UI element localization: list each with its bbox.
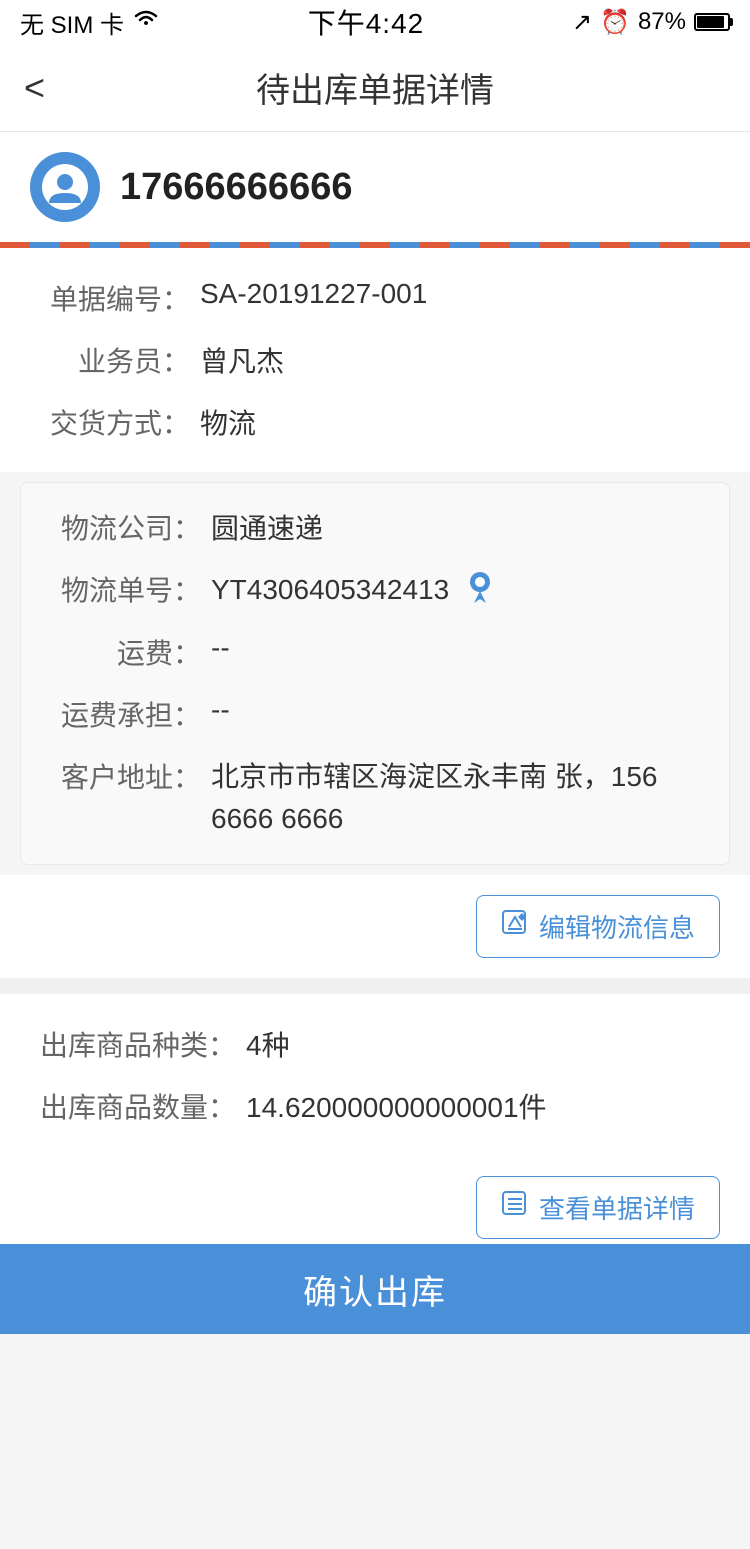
document-number-label: 单据编号： [40, 278, 200, 318]
sales-person-value: 曾凡杰 [200, 340, 710, 380]
document-number-value: SA-20191227-001 [200, 278, 710, 310]
tracking-label: 物流单号： [51, 569, 211, 609]
document-number-row: 单据编号： SA-20191227-001 [40, 278, 710, 318]
tracking-number: YT43064053424​13 [211, 574, 449, 606]
product-types-value: 4种 [246, 1024, 710, 1064]
sales-person-label: 业务员： [40, 340, 200, 380]
freight-bearer-value: -- [211, 694, 699, 726]
logistics-section: 物流公司： 圆通速递 物流单号： YT43064053424​13 运费： -- [20, 482, 730, 865]
product-quantity-label: 出库商品数量： [40, 1086, 246, 1126]
freight-value: -- [211, 632, 699, 664]
delivery-method-row: 交货方式： 物流 [40, 402, 710, 442]
logistics-company-label: 物流公司： [51, 507, 211, 547]
status-time: 下午4:42 [308, 2, 425, 42]
freight-row: 运费： -- [51, 632, 699, 672]
delivery-method-value: 物流 [200, 402, 710, 442]
view-details-button[interactable]: 查看单据详情 [476, 1176, 720, 1239]
delivery-method-label: 交货方式： [40, 402, 200, 442]
carrier-label: 无 SIM 卡 [20, 5, 124, 40]
product-types-label: 出库商品种类： [40, 1024, 246, 1064]
section-divider [0, 978, 750, 994]
confirm-button-label: 确认出库 [303, 1265, 447, 1314]
address-value: 北京市市辖区海淀区永丰南 张，156 6666 6666 [211, 756, 699, 840]
avatar-icon [42, 164, 88, 210]
freight-label: 运费： [51, 632, 211, 672]
view-icon [501, 1190, 529, 1225]
status-right: ↗ ⏰ 87% [572, 8, 730, 37]
edit-btn-row: 编辑物流信息 [0, 875, 750, 978]
view-details-label: 查看单据详情 [539, 1189, 695, 1226]
edit-icon [501, 909, 529, 944]
back-button[interactable]: < [24, 67, 45, 109]
status-bar: 无 SIM 卡 下午4:42 ↗ ⏰ 87% [0, 0, 750, 44]
product-quantity-row: 出库商品数量： 14.620000000000001件 [40, 1086, 710, 1126]
battery-label: 87% [638, 8, 686, 36]
wifi-icon [132, 8, 160, 36]
logistics-company-value: 圆通速递 [211, 507, 699, 547]
location-pin-icon[interactable] [463, 569, 497, 610]
alarm-icon: ⏰ [600, 8, 630, 37]
avatar [30, 152, 100, 222]
logistics-company-row: 物流公司： 圆通速递 [51, 507, 699, 547]
user-header: 17666666666 [0, 132, 750, 242]
status-left: 无 SIM 卡 [20, 5, 160, 40]
tracking-row: 物流单号： YT43064053424​13 [51, 569, 699, 610]
page-title: 待出库单据详情 [256, 63, 494, 112]
battery-bar [694, 13, 730, 31]
tracking-value: YT43064053424​13 [211, 569, 699, 610]
address-row: 客户地址： 北京市市辖区海淀区永丰南 张，156 6666 6666 [51, 756, 699, 840]
product-quantity-value: 14.620000000000001件 [246, 1086, 710, 1126]
battery-fill [697, 16, 724, 28]
back-icon: < [24, 67, 45, 108]
edit-logistics-label: 编辑物流信息 [539, 908, 695, 945]
edit-logistics-button[interactable]: 编辑物流信息 [476, 895, 720, 958]
product-types-row: 出库商品种类： 4种 [40, 1024, 710, 1064]
location-status-icon: ↗ [572, 8, 592, 37]
sales-person-row: 业务员： 曾凡杰 [40, 340, 710, 380]
basic-info-section: 单据编号： SA-20191227-001 业务员： 曾凡杰 交货方式： 物流 [0, 248, 750, 472]
freight-bearer-row: 运费承担： -- [51, 694, 699, 734]
nav-bar: < 待出库单据详情 [0, 44, 750, 132]
address-label: 客户地址： [51, 756, 211, 796]
confirm-button-container[interactable]: 确认出库 [0, 1244, 750, 1334]
freight-bearer-label: 运费承担： [51, 694, 211, 734]
products-section: 出库商品种类： 4种 出库商品数量： 14.620000000000001件 [0, 994, 750, 1156]
user-phone: 17666666666 [120, 166, 352, 209]
bottom-spacer [0, 1459, 750, 1549]
